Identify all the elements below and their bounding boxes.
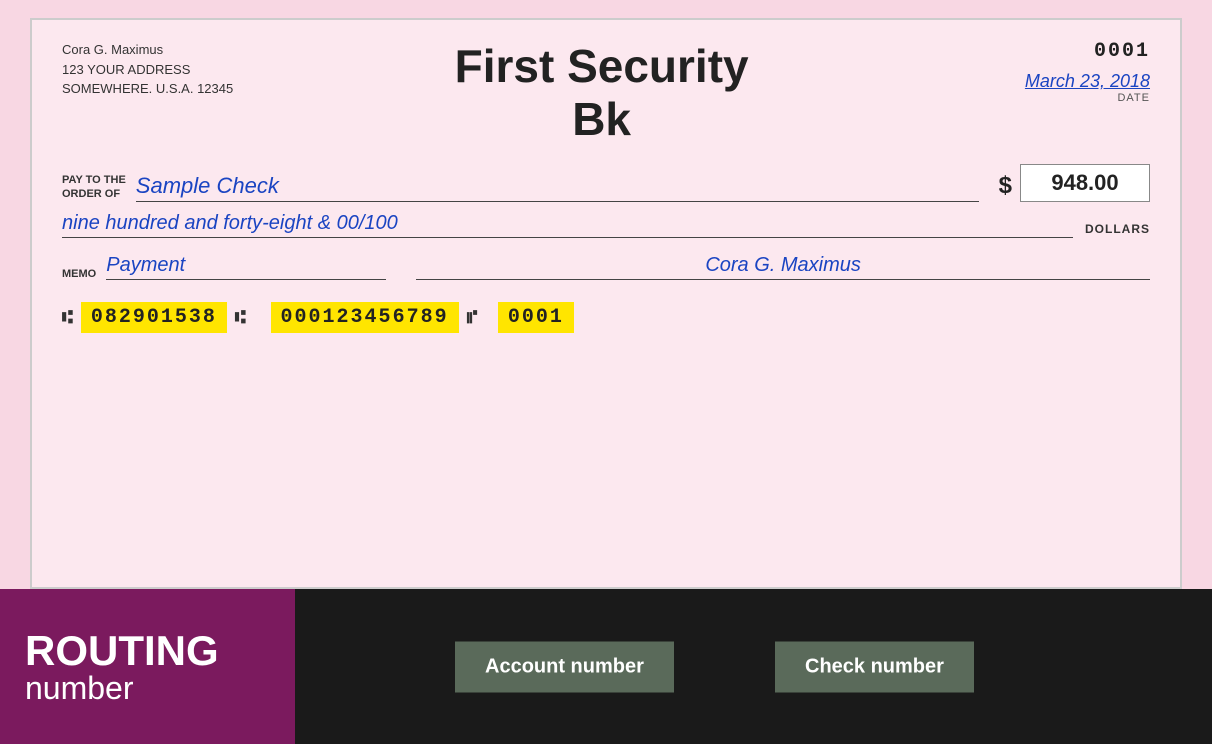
micr-close-symbol: ⑆: [235, 307, 246, 328]
memo-line: Payment: [106, 254, 386, 280]
memo-sig-row: MEMO Payment Cora G. Maximus: [62, 254, 1150, 280]
check: Cora G. Maximus 123 YOUR ADDRESS SOMEWHE…: [30, 18, 1182, 589]
check-owner-info: Cora G. Maximus 123 YOUR ADDRESS SOMEWHE…: [62, 40, 233, 99]
dollar-sign: $: [999, 172, 1012, 200]
payee-name: Sample Check: [136, 173, 279, 198]
routing-label-box: ROUTING number: [0, 589, 295, 744]
written-amount-row: nine hundred and forty-eight & 00/100 DO…: [62, 212, 1150, 238]
signature-line: Cora G. Maximus: [416, 254, 1150, 280]
signature-value: Cora G. Maximus: [705, 254, 861, 276]
dollars-label: DOLLARS: [1085, 222, 1150, 236]
check-date-label: DATE: [970, 92, 1150, 104]
pay-to-row: PAY TO THE ORDER OF Sample Check $ 948.0…: [62, 164, 1150, 202]
routing-bottom-label: number: [25, 672, 270, 704]
owner-address1: 123 YOUR ADDRESS: [62, 60, 233, 80]
account-number-label: Account number: [455, 641, 674, 692]
check-date-area: March 23, 2018 DATE: [970, 71, 1150, 104]
check-number-label: Check number: [775, 641, 974, 692]
pay-to-label: PAY TO THE ORDER OF: [62, 173, 126, 202]
written-amount-line: nine hundred and forty-eight & 00/100: [62, 212, 1073, 238]
check-header: Cora G. Maximus 123 YOUR ADDRESS SOMEWHE…: [62, 40, 1150, 146]
check-number-display: 0001: [970, 40, 1150, 63]
account-number-micr: 000123456789: [271, 302, 459, 333]
micr-equals-symbol: ⑈: [467, 307, 478, 328]
memo-label: MEMO: [62, 268, 96, 280]
written-amount-text: nine hundred and forty-eight & 00/100: [62, 212, 398, 234]
routing-number-micr: 082901538: [81, 302, 227, 333]
check-date-value: March 23, 2018: [970, 71, 1150, 92]
amount-box: 948.00: [1020, 164, 1150, 202]
micr-row: ⑆ 082901538 ⑆ 000123456789 ⑈ 0001: [62, 302, 1150, 333]
micr-open-symbol: ⑆: [62, 307, 73, 328]
bank-name: First Security Bk: [233, 40, 970, 146]
owner-address2: SOMEWHERE. U.S.A. 12345: [62, 79, 233, 99]
owner-name: Cora G. Maximus: [62, 40, 233, 60]
check-number-micr: 0001: [498, 302, 574, 333]
bottom-legend: ROUTING number Account number Check numb…: [0, 589, 1212, 744]
routing-top-label: ROUTING: [25, 630, 270, 672]
check-top-right: 0001 March 23, 2018 DATE: [970, 40, 1150, 104]
legend-right-area: Account number Check number: [295, 589, 1212, 744]
memo-value: Payment: [106, 254, 185, 276]
payee-line: Sample Check: [136, 173, 979, 202]
